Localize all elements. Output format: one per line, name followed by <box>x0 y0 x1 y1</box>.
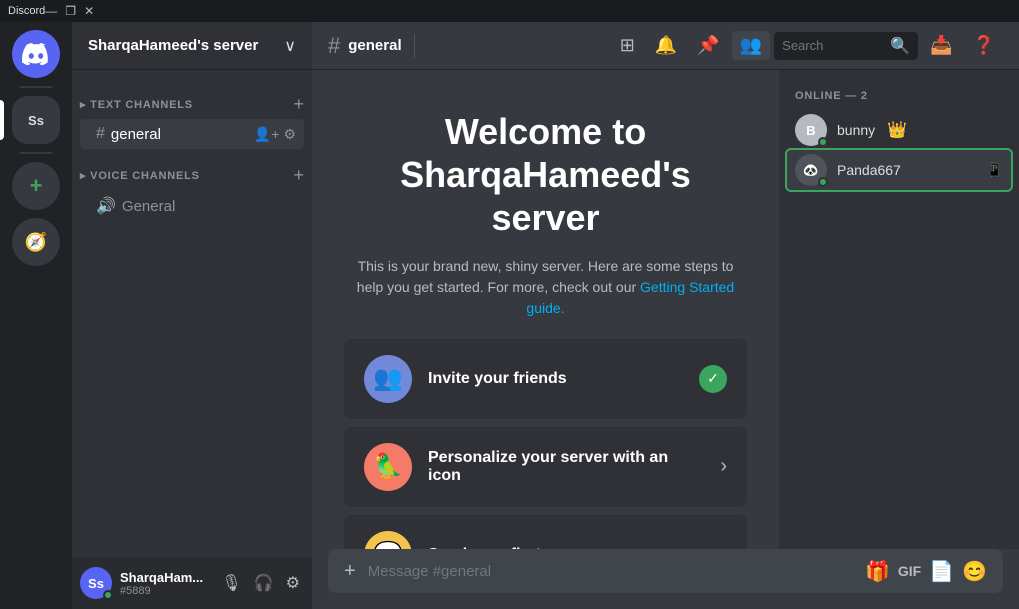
message-input-box: + 🎁 GIF 📄 😊 <box>328 549 1003 593</box>
user-settings-icon[interactable]: ⚙ <box>282 569 304 597</box>
welcome-section: Welcome toSharqaHameed's server This is … <box>312 70 779 339</box>
status-dot-online <box>103 590 113 600</box>
invite-emoji: 👥 <box>373 364 403 393</box>
channel-general[interactable]: # general 👤+ ⚙ <box>80 119 304 149</box>
steps-container: 👥 Invite your friends ✓ 🦜 Personalize yo… <box>312 339 779 549</box>
message-icon-bg: 💬 <box>364 531 412 549</box>
messages-area: Welcome toSharqaHameed's server This is … <box>312 70 779 549</box>
online-members-label: ONLINE — 2 <box>787 86 1011 110</box>
server-divider-2 <box>20 152 52 154</box>
titlebar-controls: — ❐ ✕ <box>45 4 94 18</box>
member-panda667[interactable]: 🐼 Panda667 📱 <box>787 150 1011 190</box>
members-icon[interactable]: 👥 <box>732 31 770 60</box>
inbox-icon[interactable]: 📥 <box>922 31 960 60</box>
current-server-icon[interactable]: Ss <box>12 96 60 144</box>
discord-home-button[interactable] <box>12 30 60 78</box>
help-icon[interactable]: ❓ <box>965 31 1003 60</box>
pin-icon[interactable]: 📌 <box>689 31 727 60</box>
channel-name-general: general <box>111 126 248 143</box>
sticker-icon[interactable]: 📄 <box>929 559 954 584</box>
step-personalize[interactable]: 🦜 Personalize your server with an icon › <box>344 427 747 507</box>
voice-channels-category: ▸ VOICE CHANNELS + <box>72 149 312 190</box>
text-channels-label: ▸ TEXT CHANNELS <box>80 98 193 111</box>
avatar: Ss <box>80 567 112 599</box>
microphone-icon[interactable]: 🎙 <box>217 569 245 597</box>
add-voice-channel-button[interactable]: + <box>293 165 304 186</box>
step-send-message[interactable]: 💬 Send your first message › <box>344 515 747 549</box>
add-text-channel-button[interactable]: + <box>293 94 304 115</box>
voice-channel-icon: 🔊 <box>96 196 116 216</box>
emoji-icon[interactable]: 😊 <box>962 559 987 584</box>
search-icon: 🔍 <box>890 36 910 56</box>
search-box[interactable]: 🔍 <box>774 32 918 60</box>
channel-sidebar: SharqaHameed's server ∨ ▸ TEXT CHANNELS … <box>72 22 312 609</box>
user-panel: Ss SharqaHam... #5889 🎙 🎧 ⚙ <box>72 557 312 609</box>
member-bunny[interactable]: B bunny 👑 <box>787 110 1011 150</box>
add-server-button[interactable]: + <box>12 162 60 210</box>
input-right-buttons: 🎁 GIF 📄 😊 <box>865 559 987 584</box>
header-divider <box>414 34 415 58</box>
close-button[interactable]: ✕ <box>84 4 94 18</box>
gif-icon[interactable]: GIF <box>898 563 921 579</box>
channel-header-name: general <box>348 37 401 54</box>
chevron-right-icon: › <box>720 455 727 478</box>
channel-hash-icon: # <box>328 33 340 59</box>
member-online-dot-panda667 <box>818 177 828 187</box>
gift-icon[interactable]: 🎁 <box>865 559 890 584</box>
member-avatar-bunny: B <box>795 114 827 146</box>
title-bar: Discord — ❐ ✕ <box>0 0 1019 22</box>
notification-icon[interactable]: 🔔 <box>647 31 685 60</box>
text-channel-icon: # <box>96 125 105 143</box>
dropdown-icon: ∨ <box>284 36 296 56</box>
invite-icon[interactable]: 👤+ <box>254 126 280 143</box>
main-content: # general ⊞ 🔔 📌 👥 🔍 📥 ❓ <box>312 22 1019 609</box>
welcome-title: Welcome toSharqaHameed's server <box>344 110 747 240</box>
channel-general-voice[interactable]: 🔊 General <box>80 190 304 222</box>
mobile-icon: 📱 <box>986 162 1003 179</box>
message-emoji: 💬 <box>373 540 403 549</box>
member-name-panda667: Panda667 <box>837 162 901 178</box>
member-online-dot-bunny <box>818 137 828 147</box>
explore-button[interactable]: 🧭 <box>12 218 60 266</box>
content-area: Welcome toSharqaHameed's server This is … <box>312 70 1019 549</box>
member-avatar-panda667: 🐼 <box>795 154 827 186</box>
personalize-emoji: 🦜 <box>373 452 403 481</box>
channel-list: ▸ TEXT CHANNELS + # general 👤+ ⚙ ▸ VOICE… <box>72 70 312 557</box>
search-input[interactable] <box>782 38 886 53</box>
maximize-button[interactable]: ❐ <box>65 4 76 18</box>
members-sidebar: ONLINE — 2 B bunny 👑 🐼 Pand <box>779 70 1019 549</box>
server-name: SharqaHameed's server <box>88 37 258 54</box>
welcome-description: This is your brand new, shiny server. He… <box>356 256 736 319</box>
invite-icon-bg: 👥 <box>364 355 412 403</box>
server-header[interactable]: SharqaHameed's server ∨ <box>72 22 312 70</box>
user-controls: 🎙 🎧 ⚙ <box>217 569 304 597</box>
header-actions: ⊞ 🔔 📌 👥 🔍 📥 ❓ <box>612 31 1003 60</box>
channel-header: # general ⊞ 🔔 📌 👥 🔍 📥 ❓ <box>312 22 1019 70</box>
channel-name-general-voice: General <box>122 198 296 215</box>
message-input-area: + 🎁 GIF 📄 😊 <box>312 549 1019 609</box>
step-invite-label: Invite your friends <box>428 370 683 388</box>
server-sidebar: Ss + 🧭 <box>0 22 72 609</box>
step-invite-friends[interactable]: 👥 Invite your friends ✓ <box>344 339 747 419</box>
add-attachment-button[interactable]: + <box>344 560 356 583</box>
voice-channels-label: ▸ VOICE CHANNELS <box>80 169 200 182</box>
thread-icon[interactable]: ⊞ <box>612 31 643 60</box>
member-name-bunny: bunny <box>837 122 875 138</box>
server-divider <box>20 86 52 88</box>
member-badge-crown: 👑 <box>887 120 907 140</box>
message-input[interactable] <box>368 563 853 580</box>
username: SharqaHam... <box>120 570 209 585</box>
channel-actions: 👤+ ⚙ <box>254 126 296 143</box>
server-initials: Ss <box>28 113 44 128</box>
settings-icon[interactable]: ⚙ <box>283 126 296 143</box>
minimize-button[interactable]: — <box>45 4 57 18</box>
user-discriminator: #5889 <box>120 585 209 597</box>
step-personalize-label: Personalize your server with an icon <box>428 449 704 485</box>
personalize-icon-bg: 🦜 <box>364 443 412 491</box>
user-info: SharqaHam... #5889 <box>120 570 209 597</box>
step-completed-check: ✓ <box>699 365 727 393</box>
titlebar-title: Discord <box>8 5 45 17</box>
headphones-icon[interactable]: 🎧 <box>250 569 278 597</box>
text-channels-category: ▸ TEXT CHANNELS + <box>72 78 312 119</box>
